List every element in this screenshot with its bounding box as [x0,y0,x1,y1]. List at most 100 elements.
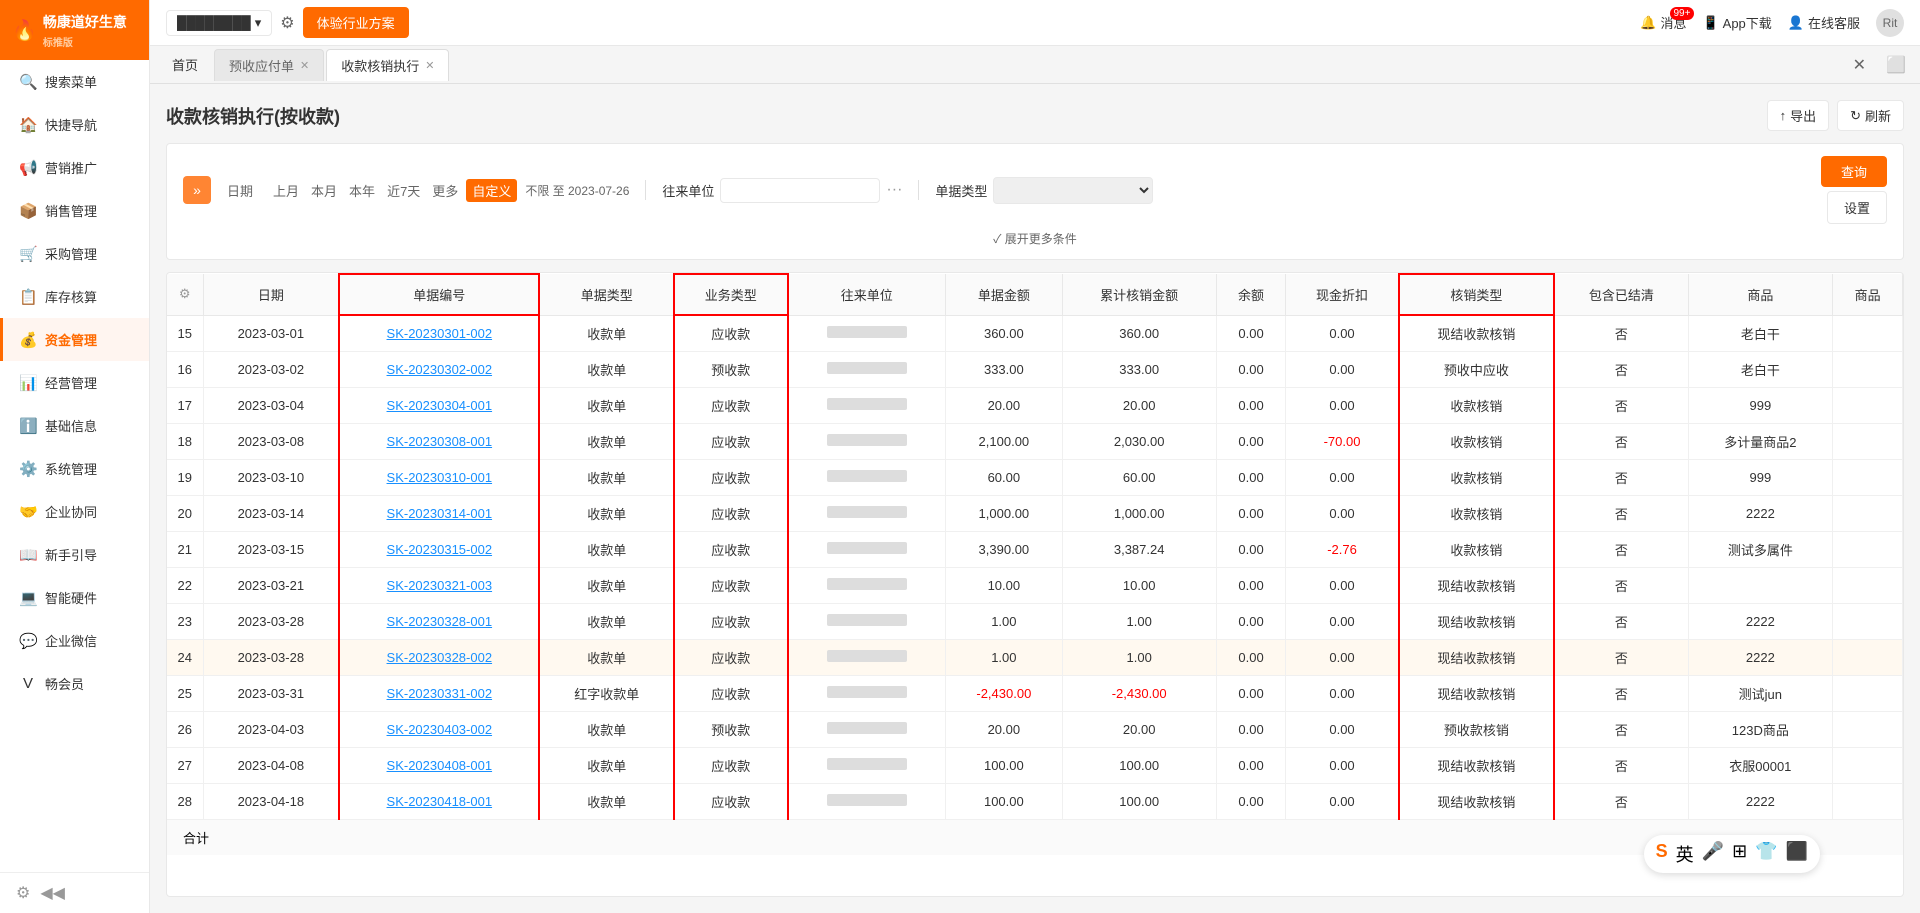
tab-home[interactable]: 首页 [158,49,212,80]
cell-write-type: 现结收款核销 [1399,568,1555,604]
date-this-month-btn[interactable]: 本月 [307,179,341,202]
sidebar-item-wechat[interactable]: 💬企业微信 [0,619,149,662]
cell-included: 否 [1554,315,1688,352]
cell-amount: 20.00 [946,712,1063,748]
cell-no: 17 [167,388,203,424]
tab-collection[interactable]: 收款核销执行 ✕ [326,49,449,81]
tab-collection-label: 收款核销执行 [341,56,419,75]
query-btn[interactable]: 查询 [1821,156,1887,187]
cell-product1: 测试多属件 [1688,532,1833,568]
sidebar-item-quicknav[interactable]: 🏠快捷导航 [0,103,149,146]
date-7days-btn[interactable]: 近7天 [383,179,424,202]
table-row: 16 2023-03-02 SK-20230302-002 收款单 预收款 33… [167,352,1903,388]
avatar[interactable]: Rit [1876,9,1904,37]
sidebar-footer[interactable]: ⚙ ◀◀ [0,872,149,913]
cell-product1: 多计量商品2 [1688,424,1833,460]
table-scroll[interactable]: ⚙ 日期 单据编号 单据类型 业务类型 往来单位 单据金额 累计核销金额 余额 … [167,273,1903,896]
cell-product1: 999 [1688,460,1833,496]
counterpart-field: 往来单位 ··· [662,178,902,203]
cell-amount: 333.00 [946,352,1063,388]
bill-type-select[interactable] [993,177,1153,204]
sidebar-item-finance[interactable]: 💰资金管理 [0,318,149,361]
puzzle-icon[interactable]: ⬛ [1786,841,1808,867]
cell-balance: 0.00 [1216,315,1286,352]
tab-collection-close-icon[interactable]: ✕ [425,59,434,72]
filter-toggle-btn[interactable]: » [183,176,211,204]
chevron-down-icon: ▾ [255,15,262,31]
grid-icon[interactable]: ⊞ [1732,841,1747,867]
cell-biz-type: 应收款 [674,496,788,532]
counterpart-input[interactable] [720,178,880,203]
col-date: 日期 [203,274,339,315]
cell-product2 [1833,640,1903,676]
cell-product1: 老白干 [1688,315,1833,352]
expand-conditions-btn[interactable]: ✓ 展开更多条件 [993,230,1077,247]
sidebar-item-marketing[interactable]: 📢营销推广 [0,146,149,189]
cell-amount: 360.00 [946,315,1063,352]
translate-icon[interactable]: 英 [1676,841,1694,867]
message-btn[interactable]: 🔔 消息 99+ [1640,13,1686,32]
sidebar-item-enterprise[interactable]: 🤝企业协同 [0,490,149,533]
cell-no: 23 [167,604,203,640]
date-prev-month-btn[interactable]: 上月 [269,179,303,202]
cell-bill-no: SK-20230302-002 [339,352,539,388]
col-settings-icon[interactable]: ⚙ [167,274,203,315]
col-biz-type: 业务类型 [674,274,788,315]
sidebar-item-basic[interactable]: ℹ️基础信息 [0,404,149,447]
sidebar-item-operations[interactable]: 📊经营管理 [0,361,149,404]
date-custom-btn[interactable]: 自定义 [466,179,517,202]
cell-included: 否 [1554,460,1688,496]
date-this-year-btn[interactable]: 本年 [345,179,379,202]
cell-no: 27 [167,748,203,784]
cell-discount: 0.00 [1286,712,1399,748]
cell-write-off: 20.00 [1062,388,1216,424]
app-label: App下载 [1723,13,1772,32]
refresh-btn[interactable]: ↻ 刷新 [1837,100,1904,131]
cell-write-off: -2,430.00 [1062,676,1216,712]
gear-icon[interactable]: ⚙ [280,13,294,33]
tab-prepay-close-icon[interactable]: ✕ [300,59,309,72]
sidebar: 🔥 畅康道好生意 标推版 🔍搜索菜单🏠快捷导航📢营销推广📦销售管理🛒采购管理📋库… [0,0,150,913]
sidebar-item-guide[interactable]: 📖新手引导 [0,533,149,576]
date-more-btn[interactable]: 更多 [428,179,462,202]
maximize-icon[interactable]: ⬜ [1880,53,1912,77]
cell-balance: 0.00 [1216,784,1286,820]
cell-no: 20 [167,496,203,532]
close-tab-icon[interactable]: ✕ [1847,53,1872,77]
sidebar-item-member[interactable]: V畅会员 [0,662,149,705]
col-write-type: 核销类型 [1399,274,1555,315]
cell-included: 否 [1554,784,1688,820]
settings-footer-icon[interactable]: ⚙ [16,883,30,903]
filter-settings-btn[interactable]: 设置 [1827,191,1887,224]
tab-prepay[interactable]: 预收应付单 ✕ [214,49,324,81]
mic-icon[interactable]: 🎤 [1702,841,1724,867]
online-service-btn[interactable]: 👤 在线客服 [1788,13,1860,32]
cell-write-type: 收款核销 [1399,460,1555,496]
cell-biz-type: 应收款 [674,640,788,676]
shirt-icon[interactable]: 👕 [1755,841,1777,867]
tabbar-actions: ✕ ⬜ [1847,53,1912,77]
cell-bill-no: SK-20230403-002 [339,712,539,748]
cell-date: 2023-03-08 [203,424,339,460]
sidebar-item-sales[interactable]: 📦销售管理 [0,189,149,232]
service-label: 在线客服 [1808,13,1860,32]
sidebar-item-inventory[interactable]: 📋库存核算 [0,275,149,318]
cell-no: 25 [167,676,203,712]
app-download-btn[interactable]: 📱 App下载 [1702,13,1771,32]
table-row: 15 2023-03-01 SK-20230301-002 收款单 应收款 36… [167,315,1903,352]
cell-write-off: 1.00 [1062,604,1216,640]
sidebar-item-hardware[interactable]: 💻智能硬件 [0,576,149,619]
more-dots-icon[interactable]: ··· [886,181,902,199]
solution-btn[interactable]: 体验行业方案 [303,7,409,38]
export-btn[interactable]: ↑ 导出 [1767,100,1830,131]
cell-bill-no: SK-20230328-002 [339,640,539,676]
company-selector[interactable]: ████████ ▾ [166,10,272,36]
sidebar-item-search[interactable]: 🔍搜索菜单 [0,60,149,103]
sidebar-item-system[interactable]: ⚙️系统管理 [0,447,149,490]
cell-biz-type: 应收款 [674,532,788,568]
collapse-icon[interactable]: ◀◀ [40,883,65,903]
sidebar-item-purchase[interactable]: 🛒采购管理 [0,232,149,275]
sidebar-label-wechat: 企业微信 [45,631,97,650]
hardware-icon: 💻 [19,589,37,607]
table-body: 15 2023-03-01 SK-20230301-002 收款单 应收款 36… [167,315,1903,820]
